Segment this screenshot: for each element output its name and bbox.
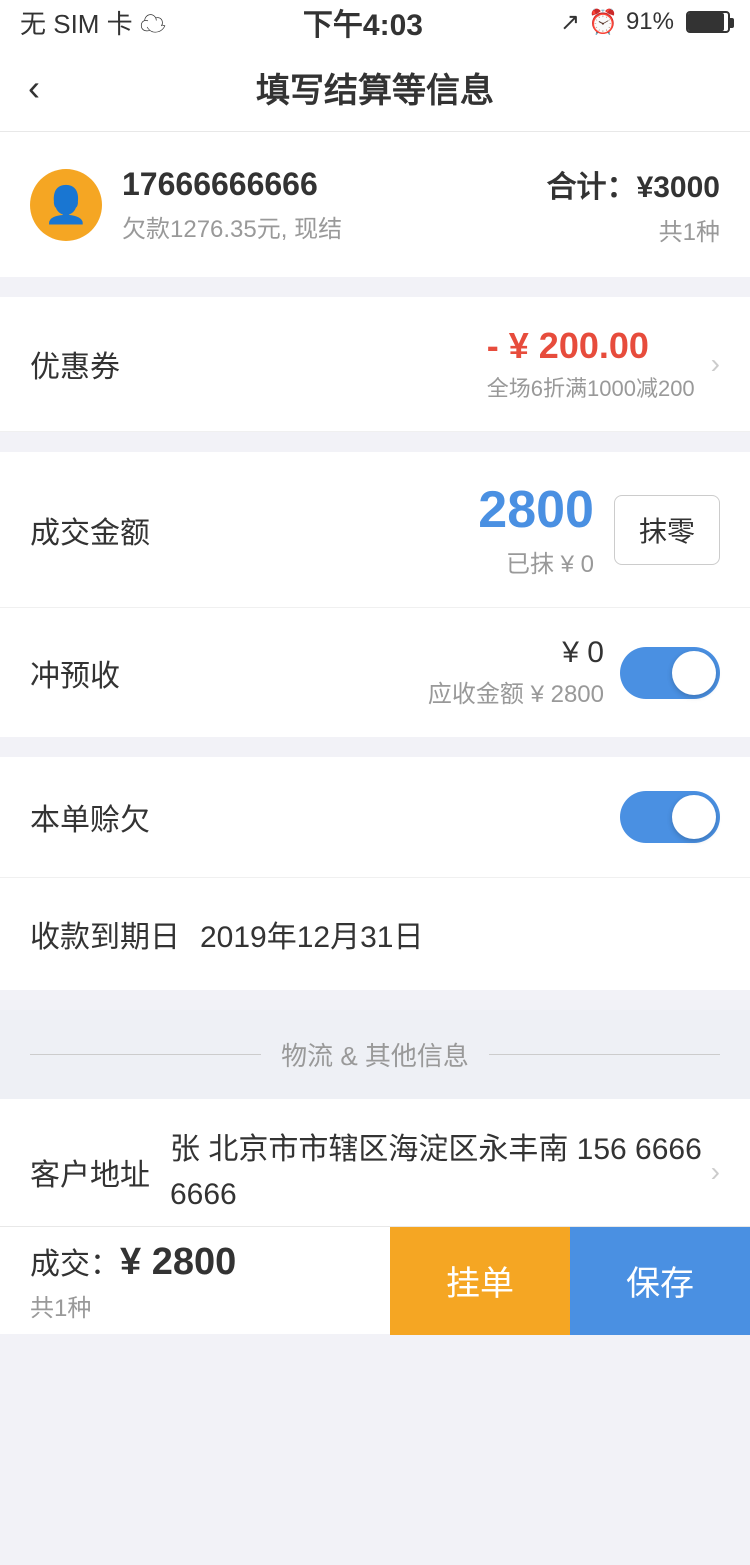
debit-toggle-knob [672,795,716,839]
divider-4 [0,990,750,1010]
coupon-amount: - ¥ 200.00 [487,325,695,367]
avatar: 👤 [30,169,102,241]
deal-amount-wrap: 2800 已抹 ¥ 0 [478,480,594,579]
due-date-value: 2019年12月31日 [200,912,423,956]
bottom-bar: 成交：¥ 2800 共1种 挂单 保存 [0,1226,750,1334]
divider-3 [0,737,750,757]
total-value: ¥3000 [637,171,720,204]
due-date-section: 收款到期日 2019年12月31日 [0,877,750,990]
status-left: 无 SIM 卡 ☁ [20,4,166,41]
total-amount: 合计：¥3000 [547,162,720,206]
bottom-info: 成交：¥ 2800 共1种 [0,1239,390,1323]
bottom-deal-amount: ¥ 2800 [120,1241,236,1283]
user-card: 👤 17666666666 欠款1276.35元, 现结 合计：¥3000 共1… [0,132,750,277]
debit-section: 本单赊欠 [0,757,750,877]
battery-percent: 91% [626,8,674,36]
page-title: 填写结算等信息 [256,63,494,112]
bottom-deal-label: 成交： [30,1248,120,1281]
debit-toggle[interactable] [620,791,720,843]
sep-line-right [489,1054,720,1055]
address-chevron-icon: › [711,1156,720,1188]
status-right: ↗ ⏰ 91% [560,8,730,37]
total-count: 共1种 [547,212,720,247]
toggle-knob [672,651,716,695]
nav-bar: ‹ 填写结算等信息 [0,44,750,132]
pre-receive-right: ¥ 0 应收金额 ¥ 2800 [428,636,720,709]
deal-amount: 2800 [478,480,594,540]
address-label: 客户地址 [30,1150,150,1194]
location-icon: ↗ [560,8,580,37]
pre-amount: ¥ 0 [428,636,604,670]
alarm-icon: ⏰ [588,8,618,37]
deal-right: 2800 已抹 ¥ 0 抹零 [478,480,720,579]
save-button[interactable]: 保存 [570,1227,750,1335]
coupon-row[interactable]: 优惠券 - ¥ 200.00 全场6折满1000减200 › [0,297,750,432]
logistics-label: 物流 & 其他信息 [281,1036,469,1073]
sim-label: 无 SIM 卡 ☁ [20,4,166,41]
coupon-right: - ¥ 200.00 全场6折满1000减200 › [487,325,720,403]
card-right: 合计：¥3000 共1种 [547,162,720,247]
pre-receive-toggle[interactable] [620,647,720,699]
status-time: 下午4:03 [303,0,423,44]
total-label: 合计： [547,171,637,204]
wipe-zero-button[interactable]: 抹零 [614,495,720,565]
deal-section: 成交金额 2800 已抹 ¥ 0 抹零 [0,452,750,607]
logistics-separator: 物流 & 其他信息 [0,1010,750,1099]
avatar-icon: 👤 [44,184,89,226]
deal-wiped: 已抹 ¥ 0 [478,544,594,579]
address-section[interactable]: 客户地址 张 北京市市辖区海淀区永丰南 156 6666 6666 › [0,1099,750,1245]
status-bar: 无 SIM 卡 ☁ 下午4:03 ↗ ⏰ 91% [0,0,750,44]
user-debt: 欠款1276.35元, 现结 [122,209,342,244]
battery-icon [686,11,730,33]
pre-amount-wrap: ¥ 0 应收金额 ¥ 2800 [428,636,604,709]
user-phone: 17666666666 [122,166,342,203]
card-left: 👤 17666666666 欠款1276.35元, 现结 [30,166,342,244]
pre-receive-label: 冲预收 [30,651,120,695]
address-content: 张 北京市市辖区海淀区永丰南 156 6666 6666 [170,1127,711,1217]
coupon-desc: 全场6折满1000减200 [487,371,695,403]
pre-receivable: 应收金额 ¥ 2800 [428,674,604,709]
due-date-label: 收款到期日 [30,912,180,956]
sep-line-left [30,1054,261,1055]
coupon-chevron-icon: › [711,348,720,380]
debit-label: 本单赊欠 [30,795,150,839]
divider-1 [0,277,750,297]
hang-order-button[interactable]: 挂单 [390,1227,570,1335]
back-button[interactable]: ‹ [28,67,40,109]
divider-2 [0,432,750,452]
coupon-label: 优惠券 [30,342,120,386]
content-area: 👤 17666666666 欠款1276.35元, 现结 合计：¥3000 共1… [0,132,750,1565]
pre-receive-section: 冲预收 ¥ 0 应收金额 ¥ 2800 [0,607,750,737]
deal-label: 成交金额 [30,508,150,552]
bottom-count: 共1种 [30,1288,360,1323]
user-info: 17666666666 欠款1276.35元, 现结 [122,166,342,244]
bottom-deal: 成交：¥ 2800 [30,1239,360,1284]
